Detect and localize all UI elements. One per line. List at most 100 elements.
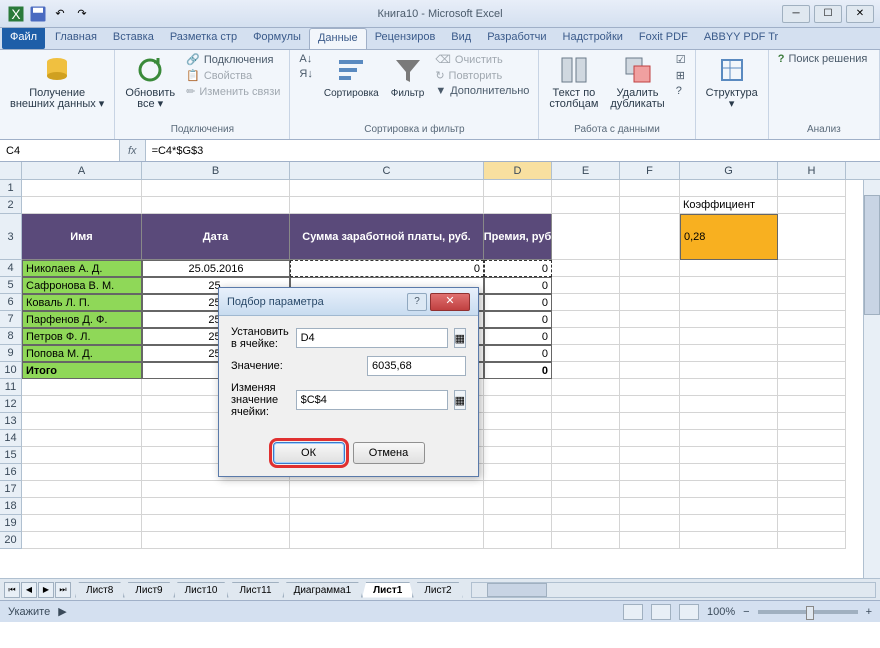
tab-addins[interactable]: Надстройки (555, 28, 631, 49)
row-header[interactable]: 9 (0, 345, 22, 362)
sort-button[interactable]: Сортировка (320, 52, 383, 101)
cell[interactable] (484, 447, 552, 464)
row-header[interactable]: 19 (0, 515, 22, 532)
cell[interactable] (290, 197, 484, 214)
cell[interactable] (552, 277, 620, 294)
cell[interactable] (620, 362, 680, 379)
zoom-level[interactable]: 100% (707, 606, 735, 618)
ref-picker-button-2[interactable]: ▦ (454, 390, 466, 410)
cell[interactable] (620, 294, 680, 311)
cell[interactable] (552, 345, 620, 362)
cell[interactable] (680, 481, 778, 498)
cell[interactable] (620, 447, 680, 464)
cell[interactable]: 0 (484, 362, 552, 379)
cell[interactable] (620, 277, 680, 294)
to-value-input[interactable] (367, 356, 466, 376)
ref-picker-button[interactable]: ▦ (454, 328, 466, 348)
cell[interactable] (778, 328, 846, 345)
cell[interactable] (620, 214, 680, 260)
row-header[interactable]: 10 (0, 362, 22, 379)
cell[interactable] (620, 197, 680, 214)
cell[interactable] (778, 180, 846, 197)
cell[interactable] (290, 532, 484, 549)
row-header[interactable]: 16 (0, 464, 22, 481)
cell[interactable] (552, 197, 620, 214)
cell[interactable] (778, 481, 846, 498)
cell[interactable] (484, 532, 552, 549)
sheet-tab[interactable]: Лист2 (413, 582, 462, 598)
row-header[interactable]: 4 (0, 260, 22, 277)
cell[interactable] (22, 464, 142, 481)
tab-layout[interactable]: Разметка стр (162, 28, 245, 49)
cell[interactable] (680, 362, 778, 379)
cell[interactable] (552, 447, 620, 464)
sort-asc-button[interactable]: A↓ (296, 52, 315, 66)
tab-insert[interactable]: Вставка (105, 28, 162, 49)
set-cell-input[interactable] (296, 328, 448, 348)
connections-button[interactable]: 🔗Подключения (183, 52, 283, 67)
cell[interactable]: Коэффициент (680, 197, 778, 214)
cell[interactable] (778, 345, 846, 362)
cell[interactable] (484, 180, 552, 197)
cell[interactable] (680, 532, 778, 549)
cell[interactable]: Имя (22, 214, 142, 260)
cell[interactable] (484, 413, 552, 430)
row-header[interactable]: 8 (0, 328, 22, 345)
cell[interactable]: 0,28 (680, 214, 778, 260)
cell[interactable] (552, 396, 620, 413)
cell[interactable] (22, 413, 142, 430)
cell[interactable] (484, 481, 552, 498)
cell[interactable]: 0 (484, 311, 552, 328)
cell[interactable] (778, 413, 846, 430)
cancel-button[interactable]: Отмена (353, 442, 425, 464)
cell[interactable] (552, 328, 620, 345)
cell[interactable]: Николаев А. Д. (22, 260, 142, 277)
whatif-button[interactable]: ? (673, 84, 689, 98)
tab-data[interactable]: Данные (309, 28, 367, 49)
cell[interactable] (620, 515, 680, 532)
cell[interactable] (620, 180, 680, 197)
cell[interactable]: Итого (22, 362, 142, 379)
zoom-out-button[interactable]: − (743, 606, 749, 618)
col-header-e[interactable]: E (552, 162, 620, 179)
cell[interactable] (778, 197, 846, 214)
sheet-tab[interactable]: Лист1 (362, 582, 413, 598)
row-header[interactable]: 2 (0, 197, 22, 214)
formula-input[interactable]: =C4*$G$3 (145, 140, 880, 161)
cell[interactable] (778, 464, 846, 481)
cell[interactable] (142, 532, 290, 549)
filter-button[interactable]: Фильтр (387, 52, 429, 101)
cell[interactable] (680, 277, 778, 294)
cell[interactable] (620, 379, 680, 396)
cell[interactable] (680, 498, 778, 515)
cell[interactable]: Сафронова В. М. (22, 277, 142, 294)
cell[interactable] (22, 430, 142, 447)
outline-button[interactable]: Структура▾ (702, 52, 762, 112)
row-header[interactable]: 3 (0, 214, 22, 260)
cell[interactable] (484, 498, 552, 515)
cell[interactable] (620, 413, 680, 430)
cell[interactable] (552, 362, 620, 379)
sheet-tab[interactable]: Лист10 (174, 582, 229, 598)
dialog-close-button[interactable]: ✕ (430, 293, 470, 311)
cell[interactable] (778, 277, 846, 294)
cell[interactable] (22, 180, 142, 197)
cell[interactable] (680, 413, 778, 430)
tab-file[interactable]: Файл (2, 28, 45, 49)
cell[interactable] (620, 532, 680, 549)
sheet-nav-prev[interactable]: ◀ (21, 582, 37, 598)
cell[interactable] (22, 481, 142, 498)
sheet-tab[interactable]: Лист9 (124, 582, 173, 598)
advanced-filter-button[interactable]: ▼Дополнительно (432, 84, 532, 98)
row-header[interactable]: 1 (0, 180, 22, 197)
row-header[interactable]: 13 (0, 413, 22, 430)
tab-developer[interactable]: Разработчи (479, 28, 554, 49)
cell[interactable] (778, 294, 846, 311)
reapply-button[interactable]: ↻Повторить (432, 68, 532, 83)
cell[interactable] (552, 214, 620, 260)
data-validation-button[interactable]: ☑ (673, 52, 689, 67)
cell[interactable]: Парфенов Д. Ф. (22, 311, 142, 328)
excel-icon[interactable]: X (6, 4, 26, 24)
name-box[interactable]: C4 (0, 140, 120, 161)
zoom-in-button[interactable]: + (866, 606, 872, 618)
